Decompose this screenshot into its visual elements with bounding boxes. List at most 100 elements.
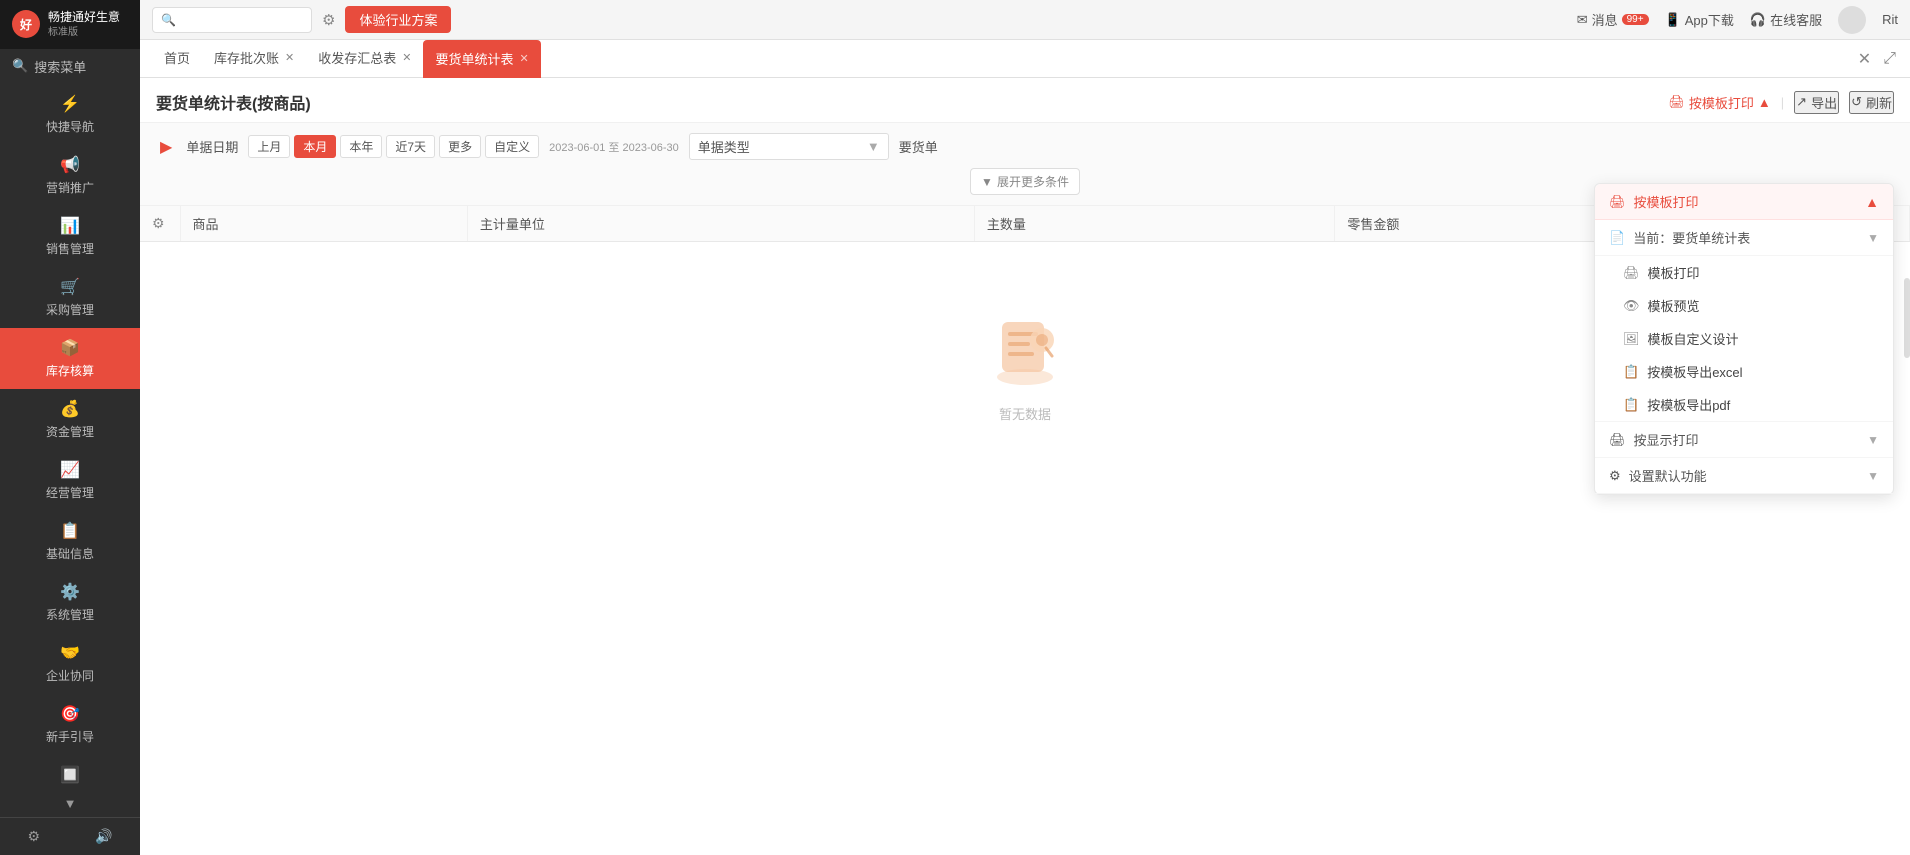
printer-icon: 🖨 [1668, 94, 1685, 110]
scrollbar[interactable] [1904, 278, 1910, 358]
sidebar-item-marketing[interactable]: 📢 营销推广 [0, 145, 140, 206]
main-area: 🔍 ⚙ 体验行业方案 ✉ 消息 99+ 📱 App下载 🎧 在线客服 Rit [140, 0, 1910, 855]
dropdown-item-export-excel[interactable]: 📋 按模板导出excel [1595, 355, 1893, 388]
display-print-icon: 🖨 [1609, 432, 1626, 448]
sidebar-item-sales[interactable]: 📊 销售管理 [0, 206, 140, 267]
type-select-chevron: ▼ [867, 139, 880, 154]
messages-icon: ✉ [1577, 12, 1588, 28]
date-options: 上月 本月 本年 近7天 更多 自定义 [248, 135, 539, 158]
dropdown-item-template-preview[interactable]: 👁 模板预览 [1595, 289, 1893, 322]
tab-inventory-batch[interactable]: 库存批次账 ✕ [202, 40, 306, 78]
tab-close-icon[interactable]: ✕ [1856, 47, 1873, 71]
sidebar: 好 畅捷通好生意 标准版 🔍 搜索菜单 ⚡ 快捷导航 📢 营销推广 📊 销售管理… [0, 0, 140, 855]
search-icon: 🔍 [12, 58, 28, 74]
expand-icon: ▼ [981, 175, 993, 189]
template-print-chevron-up: ▲ [1758, 95, 1771, 110]
col-quantity: 主数量 [974, 206, 1335, 242]
type-select[interactable]: 单据类型 ▼ [689, 133, 889, 160]
display-print-title[interactable]: 🖨 按显示打印 ▼ [1595, 422, 1893, 457]
tab-close-inventory-batch[interactable]: ✕ [285, 51, 294, 64]
date-btn-this-month[interactable]: 本月 [294, 135, 336, 158]
user-name[interactable]: Rit [1882, 12, 1898, 27]
dropdown-header[interactable]: 🖨 按模板打印 ▲ [1595, 184, 1893, 220]
settings-bottom-icon[interactable]: ⚙ [28, 828, 41, 845]
template-preview-item-icon: 👁 [1623, 298, 1640, 314]
trial-button[interactable]: 体验行业方案 [345, 6, 451, 33]
dropdown-item-template-print[interactable]: 🖨 模板打印 [1595, 256, 1893, 289]
expand-more-btn[interactable]: ▼ 展开更多条件 [970, 168, 1080, 195]
page-actions: 🖨 按模板打印 ▲ | ↗ 导出 ↺ 刷新 [1668, 91, 1894, 114]
dropdown-collapse-icon: ▲ [1865, 194, 1879, 210]
collab-icon: 🤝 [60, 643, 80, 663]
date-btn-this-year[interactable]: 本年 [340, 135, 382, 158]
sidebar-item-quick-nav[interactable]: ⚡ 快捷导航 [0, 84, 140, 145]
app-name: 畅捷通好生意 标准版 [48, 10, 120, 39]
dropdown-item-export-pdf[interactable]: 📋 按模板导出pdf [1595, 388, 1893, 421]
date-btn-7days[interactable]: 近7天 [386, 135, 435, 158]
dropdown-default-function-section: ⚙ 设置默认功能 ▼ [1595, 458, 1893, 494]
current-section-title[interactable]: 📄 当前：要货单统计表 ▼ [1595, 220, 1893, 255]
sidebar-bottom: ⚙ 🔊 [0, 817, 140, 855]
topbar-gear-icon[interactable]: ⚙ [322, 11, 335, 29]
col-unit: 主计量单位 [467, 206, 974, 242]
export-excel-icon: 📋 [1623, 364, 1639, 380]
sidebar-item-basic[interactable]: 📋 基础信息 [0, 511, 140, 572]
topbar-right-actions: ✉ 消息 99+ 📱 App下载 🎧 在线客服 Rit [1577, 6, 1898, 34]
tab-receivable-summary[interactable]: 收发存汇总表 ✕ [306, 40, 423, 78]
date-btn-more[interactable]: 更多 [439, 135, 481, 158]
dropdown-current-section: 📄 当前：要货单统计表 ▼ [1595, 220, 1893, 256]
dropdown-items-section: 🖨 模板打印 👁 模板预览 🖼 模板自定义设计 📋 按模板导出excel 📋 [1595, 256, 1893, 422]
current-section-icon: 📄 [1609, 230, 1625, 246]
default-function-title[interactable]: ⚙ 设置默认功能 ▼ [1595, 458, 1893, 493]
sidebar-item-finance[interactable]: 💰 资金管理 [0, 389, 140, 450]
export-button[interactable]: ↗ 导出 [1794, 91, 1839, 114]
export-icon: ↗ [1796, 94, 1807, 110]
tab-requisition-stats[interactable]: 要货单统计表 ✕ [423, 40, 540, 78]
basic-icon: 📋 [60, 521, 80, 541]
sidebar-item-purchase[interactable]: 🛒 采购管理 [0, 267, 140, 328]
sidebar-item-system[interactable]: ⚙️ 系统管理 [0, 572, 140, 633]
dropdown-header-left: 🖨 按模板打印 [1609, 192, 1699, 211]
logo-icon: 好 [12, 10, 40, 38]
app-logo: 好 畅捷通好生意 标准版 [0, 0, 140, 49]
refresh-icon: ↺ [1851, 94, 1862, 110]
tab-maximize-icon[interactable]: ⤢ [1881, 48, 1898, 70]
finance-icon: 💰 [60, 399, 80, 419]
sidebar-scroll-down[interactable]: ▼ [0, 790, 140, 817]
guide-icon: 🎯 [60, 704, 80, 724]
dropdown-display-print-section: 🖨 按显示打印 ▼ [1595, 422, 1893, 458]
purchase-icon: 🛒 [60, 277, 80, 297]
empty-icon [980, 302, 1070, 392]
sidebar-item-guide[interactable]: 🎯 新手引导 [0, 694, 140, 755]
sound-icon[interactable]: 🔊 [95, 828, 112, 845]
table-settings-icon[interactable]: ⚙ [152, 215, 165, 231]
sidebar-item-operations[interactable]: 📈 经营管理 [0, 450, 140, 511]
topbar-search-box[interactable]: 🔍 [152, 7, 312, 33]
sales-icon: 📊 [60, 216, 80, 236]
sidebar-nav: ⚡ 快捷导航 📢 营销推广 📊 销售管理 🛒 采购管理 📦 库存核算 💰 资金管… [0, 84, 140, 790]
tab-close-receivable-summary[interactable]: ✕ [402, 51, 411, 64]
tab-close-requisition-stats[interactable]: ✕ [520, 52, 529, 65]
page-content: 要货单统计表(按商品) 🖨 按模板打印 ▲ | ↗ 导出 ↺ 刷新 [140, 78, 1910, 855]
sidebar-item-collab[interactable]: 🤝 企业协同 [0, 633, 140, 694]
tabs-controls: ✕ ⤢ [1856, 47, 1898, 71]
date-btn-custom[interactable]: 自定义 [485, 135, 539, 158]
template-print-button[interactable]: 🖨 按模板打印 ▲ [1668, 93, 1770, 112]
sidebar-item-inventory[interactable]: 📦 库存核算 [0, 328, 140, 389]
messages-button[interactable]: ✉ 消息 99+ [1577, 10, 1649, 29]
refresh-button[interactable]: ↺ 刷新 [1849, 91, 1894, 114]
online-service-button[interactable]: 🎧 在线客服 [1750, 10, 1822, 29]
sidebar-item-appstore[interactable]: 🔲 应用中心 [0, 755, 140, 790]
topbar: 🔍 ⚙ 体验行业方案 ✉ 消息 99+ 📱 App下载 🎧 在线客服 Rit [140, 0, 1910, 40]
quick-nav-icon: ⚡ [60, 94, 80, 114]
appstore-icon: 🔲 [60, 765, 80, 785]
date-btn-last-month[interactable]: 上月 [248, 135, 290, 158]
tab-home[interactable]: 首页 [152, 40, 202, 78]
default-function-chevron: ▼ [1867, 469, 1879, 483]
filter-toggle-btn[interactable]: ▶ [156, 137, 176, 157]
app-download-button[interactable]: 📱 App下载 [1665, 10, 1734, 29]
avatar[interactable] [1838, 6, 1866, 34]
search-menu[interactable]: 🔍 搜索菜单 [0, 49, 140, 84]
dropdown-item-template-custom[interactable]: 🖼 模板自定义设计 [1595, 322, 1893, 355]
template-print-item-icon: 🖨 [1623, 265, 1640, 281]
